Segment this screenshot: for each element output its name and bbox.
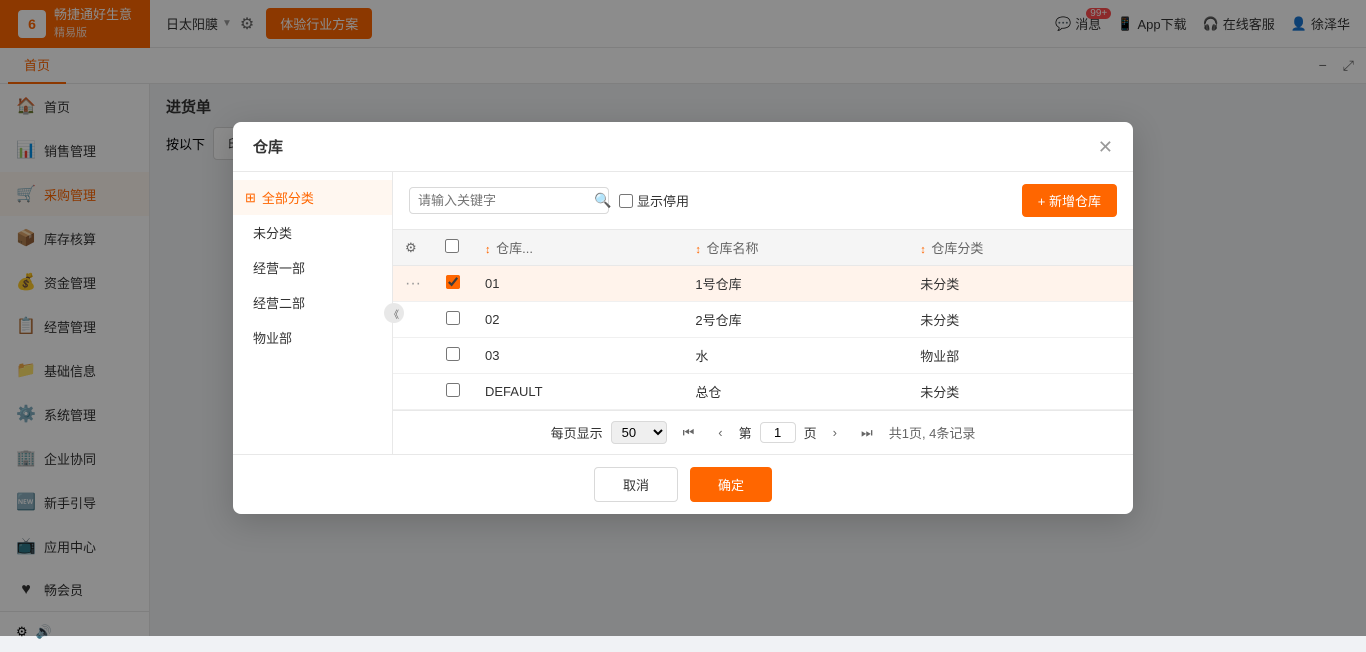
category-label-1: 经营一部 bbox=[253, 261, 305, 276]
th-category: ↕ 仓库分类 bbox=[908, 230, 1133, 266]
modal-close-icon[interactable]: ✕ bbox=[1098, 138, 1113, 156]
show-disabled-checkbox[interactable] bbox=[619, 194, 633, 208]
page-label: 第 bbox=[739, 423, 752, 442]
warehouse-modal: 仓库 ✕ ⊞ 全部分类 未分类 经营一部 经营二部 物业部 《 bbox=[233, 122, 1133, 514]
row-ellipsis-icon[interactable]: ··· bbox=[405, 275, 421, 292]
page-size-select[interactable]: 50 100 200 bbox=[611, 421, 667, 444]
row-checkbox[interactable] bbox=[446, 383, 460, 397]
row-category-cell: 未分类 bbox=[908, 374, 1133, 410]
table-row[interactable]: 02 2号仓库 未分类 bbox=[393, 302, 1133, 338]
show-disabled-label: 显示停用 bbox=[637, 191, 689, 210]
modal-right-panel: 🔍 显示停用 + 新增仓库 ⚙ bbox=[393, 172, 1133, 454]
table-row[interactable]: DEFAULT 总仓 未分类 bbox=[393, 374, 1133, 410]
row-category-cell: 未分类 bbox=[908, 302, 1133, 338]
row-actions-cell bbox=[393, 338, 433, 374]
row-checkbox-cell bbox=[433, 374, 473, 410]
row-category-cell: 未分类 bbox=[908, 266, 1133, 302]
row-name-cell: 总仓 bbox=[683, 374, 908, 410]
first-page-button[interactable]: ⏮ bbox=[675, 423, 703, 443]
category-property[interactable]: 物业部 bbox=[233, 320, 392, 355]
modal-title: 仓库 bbox=[253, 136, 283, 157]
search-input[interactable] bbox=[418, 193, 594, 208]
row-checkbox-cell bbox=[433, 338, 473, 374]
warehouse-table-wrap: ⚙ ↕ 仓库... ↕ 仓库名称 bbox=[393, 230, 1133, 410]
category-panel: ⊞ 全部分类 未分类 经营一部 经营二部 物业部 《 bbox=[233, 172, 393, 454]
row-checkbox-cell bbox=[433, 302, 473, 338]
row-actions-cell: ··· bbox=[393, 266, 433, 302]
show-disabled-checkbox-label[interactable]: 显示停用 bbox=[619, 191, 689, 210]
th-name: ↕ 仓库名称 bbox=[683, 230, 908, 266]
row-checkbox[interactable] bbox=[446, 275, 460, 289]
sort-icon-name: ↕ bbox=[695, 244, 701, 256]
row-checkbox-cell bbox=[433, 266, 473, 302]
row-name-cell: 1号仓库 bbox=[683, 266, 908, 302]
last-page-button[interactable]: ⏭ bbox=[853, 423, 881, 443]
pagination: 每页显示 50 100 200 ⏮ ‹ 第 页 › ⏭ 共1页, 4条记录 bbox=[393, 410, 1133, 454]
row-code-cell: 03 bbox=[473, 338, 683, 374]
page-size-label: 每页显示 bbox=[551, 423, 603, 442]
row-code-cell: DEFAULT bbox=[473, 374, 683, 410]
row-name-cell: 2号仓库 bbox=[683, 302, 908, 338]
modal-toolbar: 🔍 显示停用 + 新增仓库 bbox=[393, 172, 1133, 230]
table-row[interactable]: ··· 01 1号仓库 未分类 bbox=[393, 266, 1133, 302]
th-settings: ⚙ bbox=[393, 230, 433, 266]
page-number-input[interactable] bbox=[760, 422, 796, 443]
category-dept1[interactable]: 经营一部 bbox=[233, 250, 392, 285]
th-category-label: 仓库分类 bbox=[931, 241, 983, 256]
row-checkbox[interactable] bbox=[446, 311, 460, 325]
page-unit: 页 bbox=[804, 423, 817, 442]
add-warehouse-button[interactable]: + 新增仓库 bbox=[1022, 184, 1117, 217]
row-code-cell: 01 bbox=[473, 266, 683, 302]
row-checkbox[interactable] bbox=[446, 347, 460, 361]
prev-page-button[interactable]: ‹ bbox=[710, 423, 730, 442]
search-box: 🔍 bbox=[409, 187, 609, 214]
gear-icon: ⚙ bbox=[405, 240, 417, 255]
modal-body: ⊞ 全部分类 未分类 经营一部 经营二部 物业部 《 🔍 bbox=[233, 172, 1133, 454]
search-icon[interactable]: 🔍 bbox=[594, 192, 611, 209]
row-code-cell: 02 bbox=[473, 302, 683, 338]
th-code: ↕ 仓库... bbox=[473, 230, 683, 266]
select-all-checkbox[interactable] bbox=[445, 239, 459, 253]
category-label-2: 经营二部 bbox=[253, 296, 305, 311]
category-label-0: 未分类 bbox=[253, 226, 292, 241]
next-page-button[interactable]: › bbox=[825, 423, 845, 442]
cancel-button[interactable]: 取消 bbox=[594, 467, 678, 502]
grid-icon: ⊞ bbox=[245, 190, 256, 206]
category-unclassified[interactable]: 未分类 bbox=[233, 215, 392, 250]
all-category-label: 全部分类 bbox=[262, 188, 314, 207]
th-checkbox bbox=[433, 230, 473, 266]
row-actions-cell bbox=[393, 374, 433, 410]
modal-header: 仓库 ✕ bbox=[233, 122, 1133, 172]
confirm-button[interactable]: 确定 bbox=[690, 467, 772, 502]
category-label-3: 物业部 bbox=[253, 331, 292, 346]
category-dept2[interactable]: 经营二部 bbox=[233, 285, 392, 320]
collapse-panel-icon[interactable]: 《 bbox=[384, 303, 404, 323]
all-category-item[interactable]: ⊞ 全部分类 bbox=[233, 180, 392, 215]
row-category-cell: 物业部 bbox=[908, 338, 1133, 374]
sort-icon-cat: ↕ bbox=[920, 244, 926, 256]
sort-icon: ↕ bbox=[485, 244, 491, 256]
warehouse-table: ⚙ ↕ 仓库... ↕ 仓库名称 bbox=[393, 230, 1133, 410]
th-code-label: 仓库... bbox=[496, 241, 533, 256]
table-row[interactable]: 03 水 物业部 bbox=[393, 338, 1133, 374]
th-name-label: 仓库名称 bbox=[707, 241, 759, 256]
row-name-cell: 水 bbox=[683, 338, 908, 374]
page-summary: 共1页, 4条记录 bbox=[889, 423, 976, 442]
modal-footer: 取消 确定 bbox=[233, 454, 1133, 514]
